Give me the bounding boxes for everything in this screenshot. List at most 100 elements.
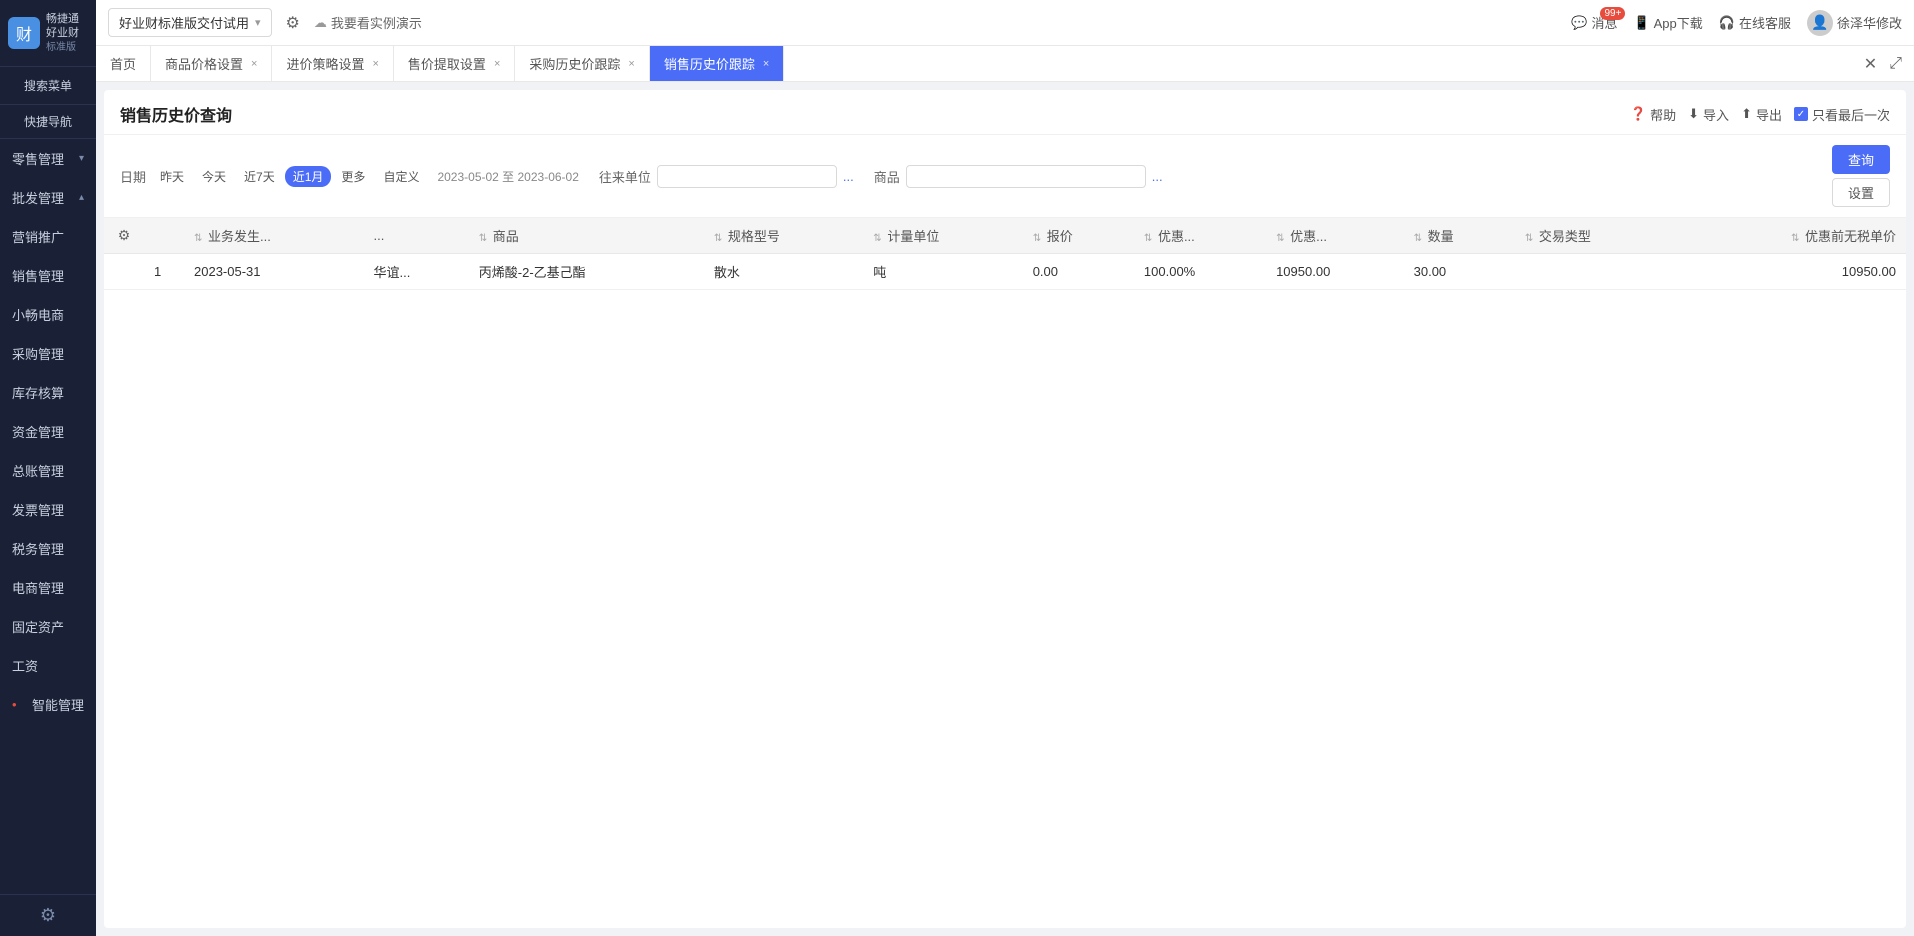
product-input[interactable] xyxy=(906,165,1146,188)
col-price[interactable]: ⇅ 报价 xyxy=(1023,218,1134,254)
sidebar: 财 畅捷通好业财 标准版 搜索菜单 快捷导航 零售管理 ▾ 批发管理 ▴ 营销推… xyxy=(0,0,96,936)
phone-icon: 📱 xyxy=(1633,15,1649,31)
supplier-label: 往来单位 xyxy=(599,167,651,186)
chevron-up-icon: ▴ xyxy=(79,192,84,203)
column-settings-icon[interactable]: ⚙ xyxy=(118,227,131,243)
sidebar-item-invoice[interactable]: 发票管理 xyxy=(0,490,96,529)
help-button[interactable]: ❓ 帮助 xyxy=(1630,105,1676,124)
sidebar-item-label: 电商管理 xyxy=(12,578,64,597)
row-settings xyxy=(104,254,144,290)
demo-button[interactable]: ☁ 我要看实例演示 xyxy=(314,13,422,32)
supplier-filter-group: 往来单位 ... xyxy=(599,165,854,188)
tab-purchase-strategy[interactable]: 进价策略设置 × xyxy=(272,46,393,82)
import-button[interactable]: ⬇ 导入 xyxy=(1688,105,1729,124)
col-qty[interactable]: ⇅ 数量 xyxy=(1404,218,1515,254)
close-icon[interactable]: × xyxy=(763,58,769,70)
sidebar-item-payroll[interactable]: 工资 xyxy=(0,646,96,685)
sidebar-item-retail[interactable]: 零售管理 ▾ xyxy=(0,139,96,178)
sidebar-item-finance[interactable]: 资金管理 xyxy=(0,412,96,451)
sort-icon: ⇅ xyxy=(1033,233,1041,244)
sidebar-item-tax[interactable]: 税务管理 xyxy=(0,529,96,568)
close-tab-button[interactable]: ✕ xyxy=(1860,52,1881,76)
sidebar-item-wholesale[interactable]: 批发管理 ▴ xyxy=(0,178,96,217)
col-pre-tax-price[interactable]: ⇅ 优惠前无税单价 xyxy=(1674,218,1906,254)
date-option-last7[interactable]: 近7天 xyxy=(236,166,283,187)
avatar: 👤 xyxy=(1807,10,1833,36)
date-range-text: 2023-05-02 至 2023-06-02 xyxy=(437,168,578,185)
chevron-down-icon: ▾ xyxy=(255,16,261,29)
row-more: 华谊... xyxy=(363,254,468,290)
app-download-label: App下载 xyxy=(1654,13,1703,32)
tab-home[interactable]: 首页 xyxy=(96,46,151,82)
date-label: 日期 xyxy=(120,167,146,186)
supplier-input[interactable] xyxy=(657,165,837,188)
sort-icon: ⇅ xyxy=(714,233,722,244)
sidebar-item-label: 税务管理 xyxy=(12,539,64,558)
col-product[interactable]: ⇅ 商品 xyxy=(469,218,704,254)
sort-icon: ⇅ xyxy=(873,233,881,244)
page-header: 销售历史价查询 ❓ 帮助 ⬇ 导入 ⬆ 导出 ✓ 只看最后一次 xyxy=(104,90,1906,135)
tab-purchase-strategy-label: 进价策略设置 xyxy=(286,54,364,73)
col-discount-amt[interactable]: ⇅ 优惠... xyxy=(1266,218,1404,254)
tab-product-price[interactable]: 商品价格设置 × xyxy=(151,46,272,82)
sidebar-item-marketing[interactable]: 营销推广 xyxy=(0,217,96,256)
online-service-button[interactable]: 🎧 在线客服 xyxy=(1719,13,1791,32)
sidebar-item-inventory[interactable]: 库存核算 xyxy=(0,373,96,412)
sidebar-item-ecommerce[interactable]: 电商管理 xyxy=(0,568,96,607)
message-icon: 💬 xyxy=(1571,15,1587,31)
topbar-settings-button[interactable]: ⚙ xyxy=(282,9,304,37)
col-spec[interactable]: ⇅ 规格型号 xyxy=(704,218,863,254)
tab-home-label: 首页 xyxy=(110,54,136,73)
demo-icon: ☁ xyxy=(314,15,327,31)
maximize-tab-button[interactable]: ⤢ xyxy=(1885,53,1906,75)
sidebar-item-label: 小畅电商 xyxy=(12,305,64,324)
sidebar-item-smart[interactable]: 智能管理 xyxy=(0,685,96,724)
sidebar-item-fixed-assets[interactable]: 固定资产 xyxy=(0,607,96,646)
close-icon[interactable]: × xyxy=(251,58,257,70)
close-icon[interactable]: × xyxy=(494,58,500,70)
product-more-button[interactable]: ... xyxy=(1152,169,1163,184)
date-option-today[interactable]: 今天 xyxy=(194,166,234,187)
date-filter-group: 日期 昨天 今天 近7天 近1月 更多 自定义 2023-05-02 至 202… xyxy=(120,166,579,187)
sidebar-logo: 财 畅捷通好业财 标准版 xyxy=(0,0,96,67)
export-label: 导出 xyxy=(1756,105,1782,124)
sort-icon: ⇅ xyxy=(194,233,202,244)
main-area: 好业财标准版交付试用 ▾ ⚙ ☁ 我要看实例演示 💬 消息 99+ 📱 App下… xyxy=(96,0,1914,936)
filter-settings-button[interactable]: 设置 xyxy=(1832,178,1890,207)
tab-sale-price[interactable]: 售价提取设置 × xyxy=(394,46,515,82)
sidebar-search[interactable]: 搜索菜单 xyxy=(0,67,96,105)
col-discount-pct[interactable]: ⇅ 优惠... xyxy=(1134,218,1266,254)
query-button[interactable]: 查询 xyxy=(1832,145,1890,174)
sidebar-item-accounting[interactable]: 总账管理 xyxy=(0,451,96,490)
tab-purchase-history-label: 采购历史价跟踪 xyxy=(529,54,620,73)
row-qty: 30.00 xyxy=(1404,254,1515,290)
import-icon: ⬇ xyxy=(1688,106,1699,122)
tab-sale-history[interactable]: 销售历史价跟踪 × xyxy=(650,46,784,82)
sidebar-quick-nav[interactable]: 快捷导航 xyxy=(0,105,96,139)
sidebar-item-label: 资金管理 xyxy=(12,422,64,441)
sidebar-item-purchase[interactable]: 采购管理 xyxy=(0,334,96,373)
sidebar-item-ecommerce-small[interactable]: 小畅电商 xyxy=(0,295,96,334)
app-download-button[interactable]: 📱 App下载 xyxy=(1633,13,1702,32)
user-menu-button[interactable]: 👤 徐泽华修改 xyxy=(1807,10,1902,36)
date-option-last1m[interactable]: 近1月 xyxy=(285,166,332,187)
col-more[interactable]: ... xyxy=(363,218,468,254)
date-option-more[interactable]: 更多 xyxy=(333,166,373,187)
col-biz-date[interactable]: ⇅ 业务发生... xyxy=(184,218,363,254)
only-last-checkbox[interactable]: ✓ 只看最后一次 xyxy=(1794,105,1890,124)
supplier-more-button[interactable]: ... xyxy=(843,169,854,184)
module-selector[interactable]: 好业财标准版交付试用 ▾ xyxy=(108,8,272,37)
col-unit[interactable]: ⇅ 计量单位 xyxy=(863,218,1022,254)
sidebar-settings-button[interactable]: ⚙ xyxy=(0,894,96,936)
tab-purchase-history[interactable]: 采购历史价跟踪 × xyxy=(515,46,649,82)
close-icon[interactable]: × xyxy=(372,58,378,70)
sidebar-item-sales[interactable]: 销售管理 xyxy=(0,256,96,295)
close-icon[interactable]: × xyxy=(628,58,634,70)
col-trans-type[interactable]: ⇅ 交易类型 xyxy=(1515,218,1674,254)
message-button[interactable]: 💬 消息 99+ xyxy=(1571,13,1617,32)
export-button[interactable]: ⬆ 导出 xyxy=(1741,105,1782,124)
date-option-custom[interactable]: 自定义 xyxy=(375,166,427,187)
table-container: ⚙ ⇅ 业务发生... ... ⇅ 商品 xyxy=(104,218,1906,928)
sidebar-item-label: 总账管理 xyxy=(12,461,64,480)
date-option-yesterday[interactable]: 昨天 xyxy=(152,166,192,187)
